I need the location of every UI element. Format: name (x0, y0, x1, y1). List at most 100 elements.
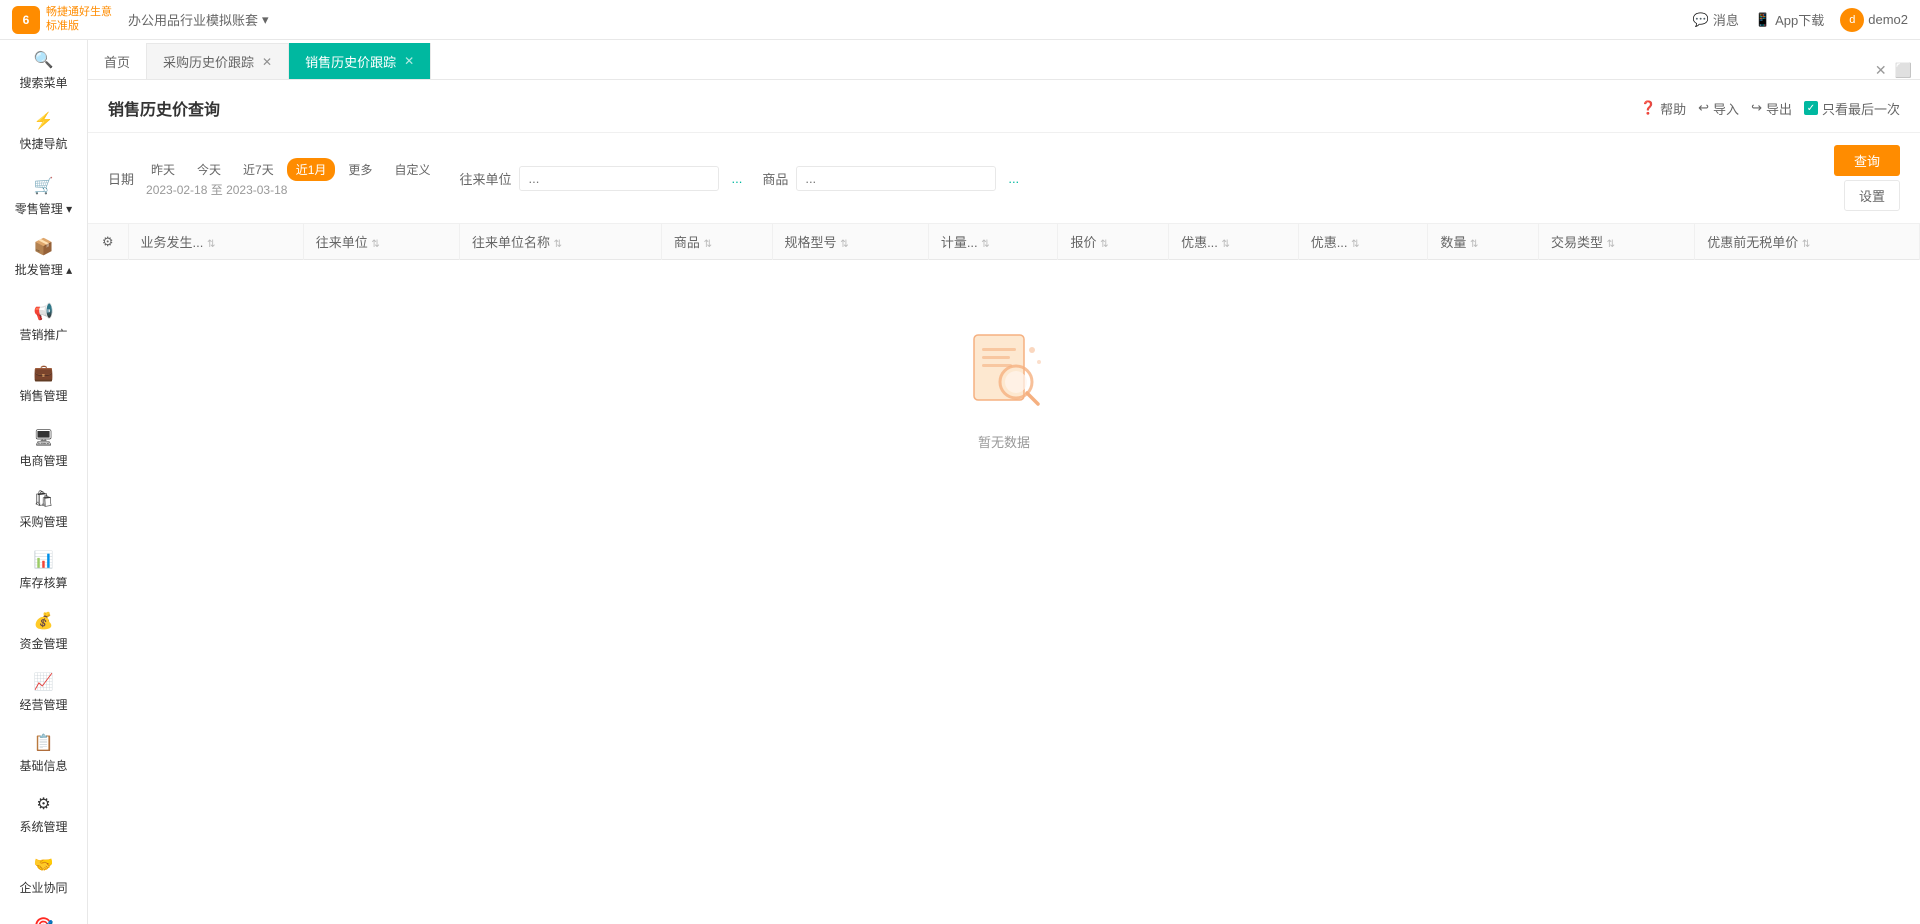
sidebar-item-marketing[interactable]: 📢 营销推广 (0, 292, 87, 353)
purchase-icon: 🛍 (33, 489, 53, 509)
sort-icon: ⇅ (1100, 239, 1108, 250)
table-container: ⚙ 业务发生... ⇅ 往来单位 ⇅ 往来单位名称 (88, 224, 1920, 924)
th-discount2[interactable]: 优惠... ⇅ (1298, 224, 1428, 260)
page-header: 销售历史价查询 ❓ 帮助 ↩ 导入 ↪ 导出 ✓ (88, 80, 1920, 133)
th-discount1[interactable]: 优惠... ⇅ (1169, 224, 1299, 260)
tab-bar-actions: ✕ ⬜ (1867, 62, 1920, 79)
operations-icon: 📈 (34, 672, 54, 692)
th-trade-type[interactable]: 交易类型 ⇅ (1538, 224, 1694, 260)
goods-ellipsis[interactable]: ... (1008, 171, 1019, 186)
sidebar-item-purchase[interactable]: 🛍 采购管理 (0, 479, 87, 540)
th-biz-date[interactable]: 业务发生... ⇅ (128, 224, 303, 260)
help-icon: ❓ (1640, 100, 1656, 116)
maximize-button[interactable]: ⬜ (1895, 62, 1912, 79)
date-filter-group: 日期 昨天 今天 近7天 近1月 更多 自定义 2023-02-18 至 202… (108, 158, 439, 198)
logo-area: 6 畅捷通好生意 标准版 (12, 6, 112, 34)
sort-icon: ⇅ (1351, 239, 1359, 250)
sidebar-item-search-menu[interactable]: 🔍 搜索菜单 (0, 40, 87, 101)
export-button[interactable]: ↪ 导出 (1751, 99, 1792, 118)
enterprise-icon: 🤝 (34, 855, 54, 875)
from-unit-ellipsis[interactable]: ... (731, 171, 742, 186)
th-qty[interactable]: 数量 ⇅ (1428, 224, 1539, 260)
th-unit-name[interactable]: 往来单位名称 ⇅ (460, 224, 662, 260)
tab-home[interactable]: 首页 (88, 43, 147, 79)
query-button[interactable]: 查询 (1834, 145, 1900, 176)
th-unit[interactable]: 计量... ⇅ (928, 224, 1058, 260)
close-tab-button[interactable]: ✕ (1875, 62, 1887, 79)
tab-close-sales[interactable]: ✕ (404, 54, 414, 68)
data-table: ⚙ 业务发生... ⇅ 往来单位 ⇅ 往来单位名称 (88, 224, 1920, 260)
tab-close-purchase[interactable]: ✕ (262, 55, 272, 69)
search-icon: 🔍 (34, 50, 54, 70)
marketing-icon: 📢 (34, 302, 54, 322)
guide-icon: 🎯 (34, 916, 54, 924)
goods-filter: 商品 ... (762, 166, 1019, 191)
export-icon: ↪ (1751, 100, 1762, 116)
sort-icon: ⇅ (981, 239, 989, 250)
sidebar-item-finance[interactable]: 💰 资金管理 (0, 601, 87, 662)
date-btn-yesterday[interactable]: 昨天 (142, 158, 184, 181)
sidebar-item-sales-mgmt[interactable]: 💼 销售管理 (0, 353, 87, 414)
sidebar-item-system[interactable]: ⚙ 系统管理 (0, 784, 87, 845)
date-btn-custom[interactable]: 自定义 (385, 158, 439, 181)
sidebar-item-newbie[interactable]: 🎯 新手引导 (0, 906, 87, 924)
sidebar: 🔍 搜索菜单 ⚡ 快捷导航 🛒 零售管理 ▾ 📦 批发管理 ▴ 📢 营销推广 (0, 40, 88, 924)
logo-text: 畅捷通好生意 标准版 (46, 6, 112, 32)
tab-sales-history[interactable]: 销售历史价跟踪 ✕ (289, 43, 431, 79)
sidebar-item-ecommerce[interactable]: 🖥 电商管理 (0, 418, 87, 479)
th-gear[interactable]: ⚙ (88, 224, 128, 260)
sales-icon: 💼 (34, 363, 54, 383)
sidebar-item-enterprise[interactable]: 🤝 企业协同 (0, 845, 87, 906)
sidebar-item-quick-nav[interactable]: ⚡ 快捷导航 (0, 101, 87, 162)
date-btn-more[interactable]: 更多 (339, 158, 381, 181)
help-button[interactable]: ❓ 帮助 (1640, 99, 1686, 118)
user-menu[interactable]: d demo2 (1840, 8, 1908, 32)
sidebar-item-wholesale-mgmt[interactable]: 📦 批发管理 ▴ (0, 227, 87, 288)
lightning-icon: ⚡ (34, 111, 54, 131)
sidebar-item-inventory[interactable]: 📊 库存核算 (0, 540, 87, 601)
sort-icon: ⇅ (704, 239, 712, 250)
cart-icon: 🛒 (34, 176, 54, 196)
page-title: 销售历史价查询 (108, 96, 220, 120)
date-btn-today[interactable]: 今天 (188, 158, 230, 181)
goods-input[interactable] (796, 166, 996, 191)
th-goods[interactable]: 商品 ⇅ (661, 224, 772, 260)
app-download-button[interactable]: 📱 App下载 (1755, 10, 1824, 29)
only-last-checkbox[interactable]: ✓ 只看最后一次 (1804, 99, 1900, 118)
th-quote[interactable]: 报价 ⇅ (1058, 224, 1169, 260)
th-spec[interactable]: 规格型号 ⇅ (772, 224, 928, 260)
table-header-row: ⚙ 业务发生... ⇅ 往来单位 ⇅ 往来单位名称 (88, 224, 1920, 260)
goods-label: 商品 (762, 169, 788, 188)
sort-icon: ⇅ (1222, 239, 1230, 250)
empty-illustration (954, 320, 1054, 420)
from-unit-input[interactable] (519, 166, 719, 191)
app-selector[interactable]: 办公用品行业模拟账套 ▾ (120, 10, 277, 29)
filter-bar: 日期 昨天 今天 近7天 近1月 更多 自定义 2023-02-18 至 202… (88, 133, 1920, 224)
logo-icon: 6 (12, 6, 40, 34)
filter-right-actions: 查询 设置 (1834, 145, 1900, 211)
sidebar-item-operations[interactable]: 📈 经营管理 (0, 662, 87, 723)
ecommerce-icon: 🖥 (33, 428, 53, 448)
top-bar: 6 畅捷通好生意 标准版 办公用品行业模拟账套 ▾ 💬 消息 📱 App下载 d… (0, 0, 1920, 40)
empty-text: 暂无数据 (978, 432, 1030, 451)
date-label: 日期 (108, 169, 134, 188)
inventory-icon: 📊 (34, 550, 54, 570)
th-pre-tax[interactable]: 优惠前无税单价 ⇅ (1695, 224, 1920, 260)
message-button[interactable]: 💬 消息 (1693, 10, 1739, 29)
import-button[interactable]: ↩ 导入 (1698, 99, 1739, 118)
date-btn-last1month[interactable]: 近1月 (287, 158, 336, 181)
tab-purchase-history[interactable]: 采购历史价跟踪 ✕ (147, 43, 289, 79)
checkbox-checked-icon: ✓ (1804, 101, 1818, 115)
system-icon: ⚙ (36, 794, 50, 814)
sort-icon: ⇅ (207, 239, 215, 250)
date-btn-last7days[interactable]: 近7天 (234, 158, 283, 181)
th-unit-code[interactable]: 往来单位 ⇅ (303, 224, 459, 260)
from-unit-filter: 往来单位 ... (459, 166, 742, 191)
box-icon: 📦 (34, 237, 54, 257)
sort-icon: ⇅ (1470, 239, 1478, 250)
settings-button[interactable]: 设置 (1844, 180, 1900, 211)
from-unit-label: 往来单位 (459, 169, 511, 188)
gear-icon: ⚙ (102, 234, 114, 249)
sidebar-item-basic-info[interactable]: 📋 基础信息 (0, 723, 87, 784)
sidebar-item-retail-mgmt[interactable]: 🛒 零售管理 ▾ (0, 166, 87, 227)
